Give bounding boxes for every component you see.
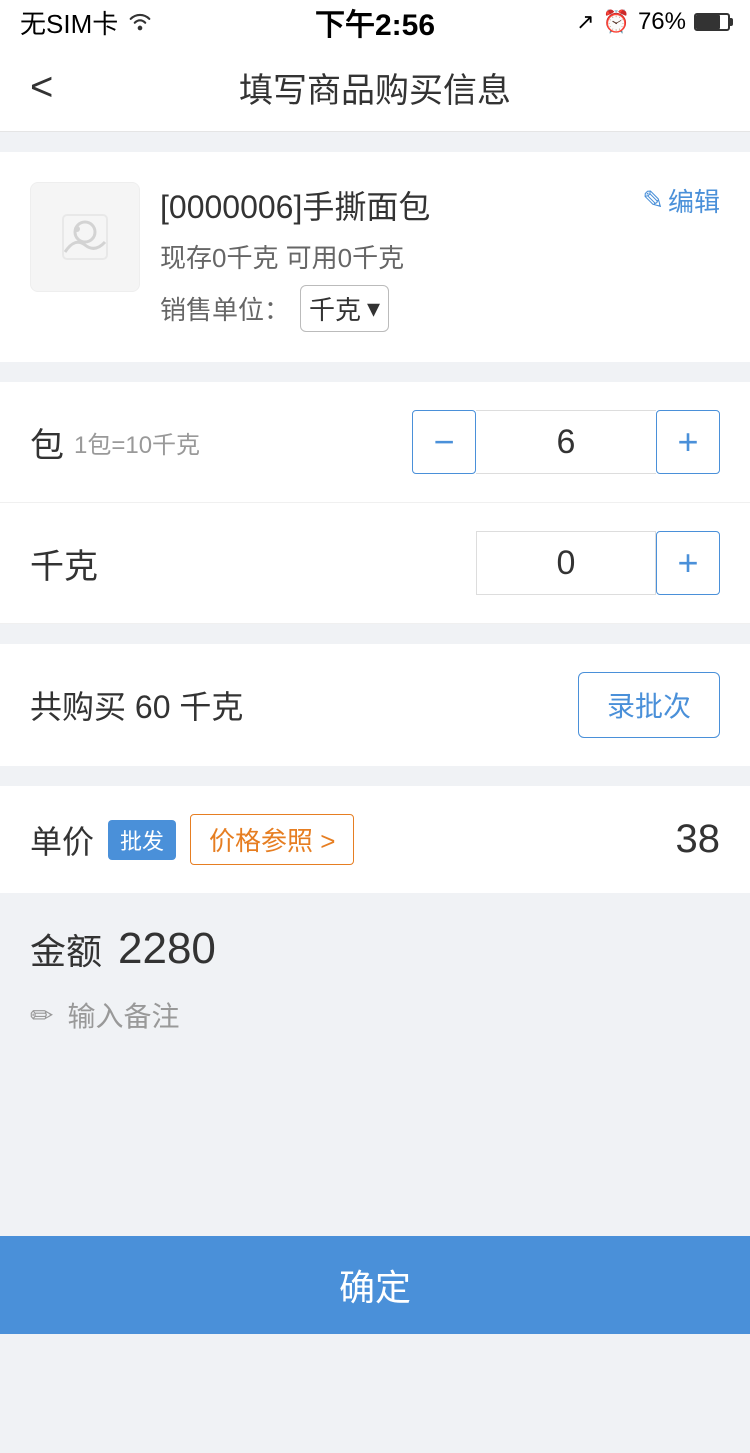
summary-text: 共购买 60 千克: [30, 682, 243, 728]
carrier-label: 无SIM卡: [20, 4, 118, 41]
price-value: 38: [676, 817, 721, 862]
quantity-sublabel-bao: 1包=10千克: [74, 425, 200, 460]
remark-placeholder: 输入备注: [67, 995, 179, 1035]
confirm-button[interactable]: 确定: [339, 1259, 411, 1311]
quantity-section: 包 1包=10千克 − + 千克 +: [0, 382, 750, 624]
unit-label: 销售单位：: [160, 290, 290, 327]
edit-label: 编辑: [668, 182, 720, 219]
edit-button[interactable]: ✎ 编辑: [642, 182, 720, 219]
quantity-controls-kg: +: [476, 531, 720, 595]
quantity-plus-kg[interactable]: +: [656, 531, 720, 595]
quantity-label-kg: 千克: [30, 539, 98, 588]
product-info: [0000006]手撕面包 现存0千克 可用0千克 销售单位： 千克 ▾: [160, 182, 622, 332]
product-card: [0000006]手撕面包 现存0千克 可用0千克 销售单位： 千克 ▾ ✎ 编…: [0, 152, 750, 362]
battery-label: 76%: [638, 8, 686, 36]
quantity-minus-bao[interactable]: −: [412, 410, 476, 474]
quantity-input-kg[interactable]: [476, 531, 656, 595]
unit-value: 千克: [309, 290, 361, 327]
remark-icon: ✏: [30, 999, 53, 1032]
page-title: 填写商品购买信息: [239, 63, 511, 112]
amount-row: 金额 2280: [30, 923, 720, 975]
amount-section: 金额 2280 ✏ 输入备注: [0, 893, 750, 1055]
status-left: 无SIM卡: [20, 4, 154, 41]
remark-row[interactable]: ✏ 输入备注: [30, 995, 720, 1035]
location-icon: ↗: [576, 9, 594, 35]
status-right: ↗ ⏰ 76%: [576, 8, 730, 36]
product-image: [30, 182, 140, 292]
product-name: [0000006]手撕面包: [160, 182, 622, 228]
nav-bar: < 填写商品购买信息: [0, 44, 750, 132]
quantity-plus-bao[interactable]: +: [656, 410, 720, 474]
price-label: 单价: [30, 817, 94, 863]
unit-dropdown[interactable]: 千克 ▾: [300, 285, 389, 332]
product-stock: 现存0千克 可用0千克: [160, 238, 622, 275]
summary-section: 共购买 60 千克 录批次: [0, 644, 750, 766]
price-tag: 批发: [108, 820, 176, 860]
quantity-row-kg: 千克 +: [0, 503, 750, 624]
price-ref-label: 价格参照 >: [209, 821, 335, 858]
quantity-input-bao[interactable]: [476, 410, 656, 474]
wifi-icon: [126, 7, 154, 38]
amount-value: 2280: [118, 924, 216, 974]
status-bar: 无SIM卡 下午2:56 ↗ ⏰ 76%: [0, 0, 750, 44]
quantity-label-bao: 包: [30, 418, 64, 467]
edit-icon: ✎: [642, 185, 664, 216]
bottom-bar[interactable]: 确定: [0, 1236, 750, 1334]
batch-button[interactable]: 录批次: [578, 672, 720, 738]
quantity-controls-bao: − +: [412, 410, 720, 474]
amount-label: 金额: [30, 923, 102, 975]
back-button[interactable]: <: [20, 55, 63, 120]
product-unit-row: 销售单位： 千克 ▾: [160, 285, 622, 332]
quantity-row-bao: 包 1包=10千克 − +: [0, 382, 750, 503]
status-time: 下午2:56: [315, 0, 435, 44]
dropdown-arrow-icon: ▾: [367, 293, 380, 324]
product-card-right: ✎ 编辑: [642, 182, 720, 219]
price-section: 单价 批发 价格参照 > 38: [0, 786, 750, 893]
price-ref-button[interactable]: 价格参照 >: [190, 814, 354, 865]
alarm-icon: ⏰: [603, 9, 630, 35]
battery-icon: [694, 13, 730, 31]
